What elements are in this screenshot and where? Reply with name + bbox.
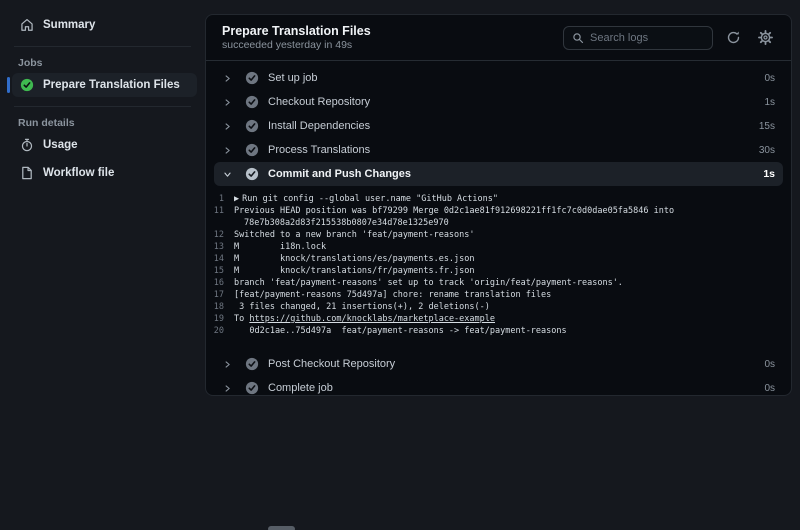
sidebar-divider: [14, 106, 191, 107]
step-duration: 15s: [759, 121, 775, 132]
sidebar-item-job-prepare-translation-files[interactable]: Prepare Translation Files: [12, 73, 197, 97]
run-details-section-label: Run details: [18, 117, 197, 129]
check-circle-icon: [245, 167, 259, 181]
log-line: 17 [feat/payment-reasons 75d497a] chore:…: [206, 289, 779, 301]
log-line: 19 To https://github.com/knocklabs/marke…: [206, 313, 779, 325]
sidebar-item-label: Workflow file: [43, 167, 114, 179]
log-settings-gear-icon[interactable]: [753, 26, 777, 50]
log-line: 12 Switched to a new branch 'feat/paymen…: [206, 229, 779, 241]
log-line: 18 3 files changed, 21 insertions(+), 2 …: [206, 301, 779, 313]
job-status-text: succeeded yesterday in 49s: [222, 39, 563, 52]
log-group-toggle-icon[interactable]: ▶: [234, 193, 239, 205]
log-line: 20 0d2c1ae..75d497a feat/payment-reasons…: [206, 325, 779, 337]
log-url-link[interactable]: https://github.com/knocklabs/marketplace…: [249, 313, 495, 325]
log-line-wrap: 78e7b308a2d83f215538b0807e34d78e1325e970: [206, 217, 779, 229]
step-row-set-up-job[interactable]: Set up job 0s: [206, 66, 791, 90]
step-row-process-translations[interactable]: Process Translations 30s: [206, 138, 791, 162]
step-duration: 30s: [759, 145, 775, 156]
chevron-down-icon: [222, 170, 232, 179]
log-output: 1 ▶ Run git config --global user.name "G…: [206, 186, 791, 346]
step-duration: 0s: [764, 383, 775, 394]
workflow-file-icon: [20, 166, 34, 180]
step-duration: 1s: [763, 168, 775, 180]
log-line: 14 M knock/translations/es/payments.es.j…: [206, 253, 779, 265]
stopwatch-icon: [20, 138, 34, 152]
chevron-right-icon: [222, 146, 232, 155]
success-check-icon: [20, 78, 34, 92]
sidebar-item-usage[interactable]: Usage: [12, 133, 197, 157]
log-line: 13 M i18n.lock: [206, 241, 779, 253]
search-icon: [572, 32, 584, 44]
scrollbar-thumb[interactable]: [268, 526, 295, 530]
sidebar: Summary Jobs Prepare Translation Files R…: [0, 0, 205, 530]
chevron-right-icon: [222, 98, 232, 107]
sidebar-item-workflow-file[interactable]: Workflow file: [12, 161, 197, 185]
step-row-post-checkout-repository[interactable]: Post Checkout Repository 0s: [206, 352, 791, 376]
job-title: Prepare Translation Files: [222, 24, 563, 39]
step-expanded-commit-and-push-changes: Commit and Push Changes 1s 1 ▶ Run git c…: [206, 162, 791, 346]
sidebar-item-label: Summary: [43, 19, 95, 31]
check-circle-icon: [245, 71, 259, 85]
sidebar-item-label: Usage: [43, 139, 78, 151]
step-row-install-dependencies[interactable]: Install Dependencies 15s: [206, 114, 791, 138]
check-circle-icon: [245, 95, 259, 109]
step-duration: 0s: [764, 73, 775, 84]
check-circle-icon: [245, 143, 259, 157]
sidebar-divider: [14, 46, 191, 47]
step-row-commit-and-push-changes[interactable]: Commit and Push Changes 1s: [214, 162, 783, 186]
chevron-right-icon: [222, 384, 232, 393]
search-placeholder: Search logs: [590, 32, 648, 44]
panel-header: Prepare Translation Files succeeded yest…: [206, 15, 791, 61]
sidebar-item-summary[interactable]: Summary: [12, 13, 197, 37]
step-duration: 1s: [764, 97, 775, 108]
jobs-section-label: Jobs: [18, 57, 197, 69]
chevron-right-icon: [222, 122, 232, 131]
log-line: 11 Previous HEAD position was bf79299 Me…: [206, 205, 779, 217]
home-icon: [20, 18, 34, 32]
search-logs-input[interactable]: Search logs: [563, 26, 713, 50]
step-row-complete-job[interactable]: Complete job 0s: [206, 376, 791, 396]
log-line: 16 branch 'feat/payment-reasons' set up …: [206, 277, 779, 289]
chevron-right-icon: [222, 74, 232, 83]
check-circle-icon: [245, 381, 259, 395]
sidebar-item-label: Prepare Translation Files: [43, 79, 180, 91]
step-duration: 0s: [764, 359, 775, 370]
step-row-checkout-repository[interactable]: Checkout Repository 1s: [206, 90, 791, 114]
job-log-panel: Prepare Translation Files succeeded yest…: [205, 14, 792, 396]
chevron-right-icon: [222, 360, 232, 369]
steps-list: Set up job 0s Checkout Repository 1s Ins…: [206, 61, 791, 396]
log-line: 15 M knock/translations/fr/payments.fr.j…: [206, 265, 779, 277]
check-circle-icon: [245, 119, 259, 133]
check-circle-icon: [245, 357, 259, 371]
refresh-logs-button[interactable]: [721, 26, 745, 50]
log-line: 1 ▶ Run git config --global user.name "G…: [206, 193, 779, 205]
